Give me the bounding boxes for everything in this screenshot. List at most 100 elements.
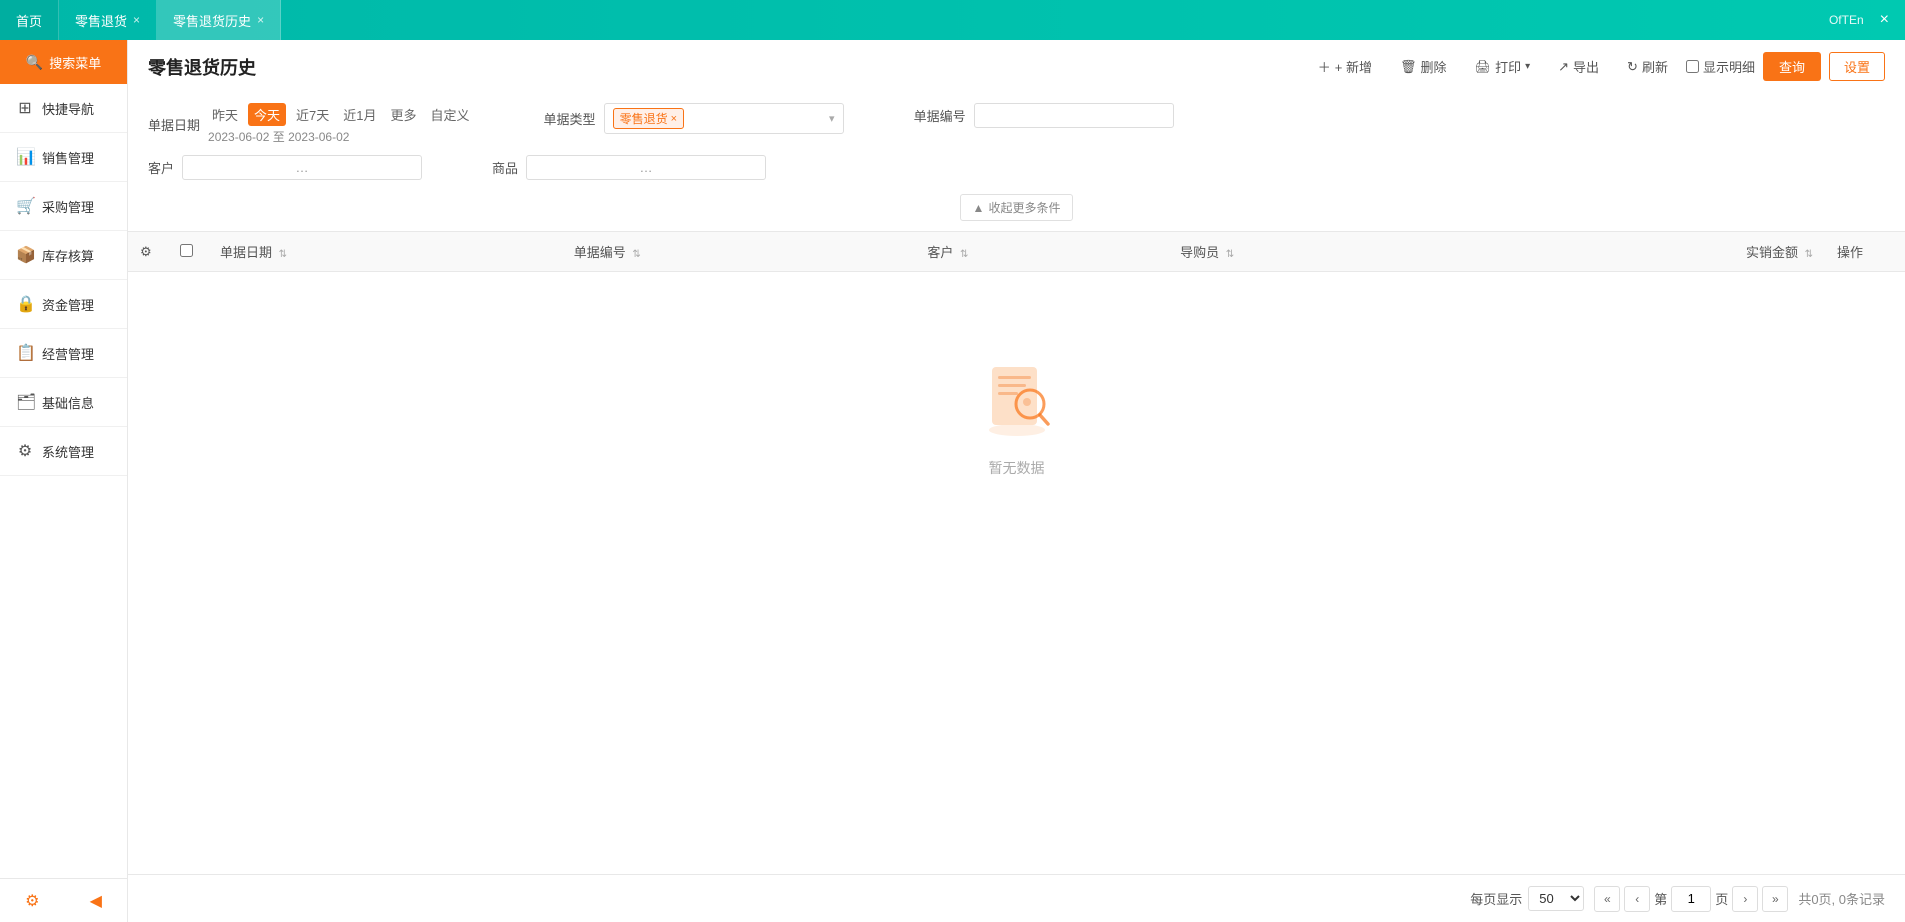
page-number-input[interactable] xyxy=(1671,886,1711,912)
sidebar: 🔍 搜索菜单 ⊞ 快捷导航 📊 销售管理 🛒 采购管理 📦 库存核算 🔒 xyxy=(0,40,128,922)
collapse-sidebar-icon[interactable]: ◀ xyxy=(90,891,102,911)
select-all-checkbox[interactable] xyxy=(180,244,193,257)
export-icon: ↗ xyxy=(1558,59,1569,75)
sidebar-item-sys-mgmt[interactable]: ⚙ 系统管理 xyxy=(0,427,127,476)
new-button[interactable]: ＋ + 新增 xyxy=(1308,52,1382,81)
page-header: 零售退货历史 ＋ + 新增 🗑 删除 🖨 打印 ▾ xyxy=(128,40,1905,232)
sidebar-item-inventory[interactable]: 📦 库存核算 xyxy=(0,231,127,280)
sidebar-search[interactable]: 🔍 搜索菜单 xyxy=(0,40,127,84)
refresh-icon: ↻ xyxy=(1627,59,1638,75)
tab-list: 首页 零售退货 × 零售退货历史 × xyxy=(0,0,1829,40)
th-amount-sort-icon: ⇅ xyxy=(1805,249,1813,260)
sales-mgmt-icon: 📊 xyxy=(16,147,34,167)
page-total: 共0页, 0条记录 xyxy=(1798,889,1885,908)
table-body: 暂无数据 xyxy=(128,272,1905,559)
th-settings[interactable]: ⚙ xyxy=(128,232,168,272)
query-button[interactable]: 查询 xyxy=(1763,52,1821,81)
content-area: 零售退货历史 ＋ + 新增 🗑 删除 🖨 打印 ▾ xyxy=(128,40,1905,922)
export-button[interactable]: ↗ 导出 xyxy=(1548,52,1609,81)
tab-home[interactable]: 首页 xyxy=(0,0,59,40)
date-custom[interactable]: 自定义 xyxy=(427,103,474,126)
print-button[interactable]: 🖨 打印 ▾ xyxy=(1465,52,1541,81)
voucher-no-input[interactable] xyxy=(974,103,1174,128)
print-icon: 🖨 xyxy=(1475,59,1492,75)
main-layout: 🔍 搜索菜单 ⊞ 快捷导航 📊 销售管理 🛒 采购管理 📦 库存核算 🔒 xyxy=(0,40,1905,922)
setting-button[interactable]: 设置 xyxy=(1829,52,1885,81)
filter-row-2: 客户 … 商品 … xyxy=(148,155,1885,180)
settings-bottom-icon[interactable]: ⚙ xyxy=(25,891,39,911)
th-date[interactable]: 单据日期 ⇅ xyxy=(208,232,562,272)
filter-voucher-no-item: 单据编号 xyxy=(914,103,1174,128)
tab-retail-return-history-close[interactable]: × xyxy=(257,13,264,27)
table-settings-icon[interactable]: ⚙ xyxy=(140,244,152,259)
th-amount[interactable]: 实销金额 ⇅ xyxy=(1471,232,1825,272)
sidebar-item-basic-info[interactable]: 🗂 基础信息 xyxy=(0,378,127,427)
purchase-mgmt-icon: 🛒 xyxy=(16,196,34,216)
sidebar-item-finance-label: 资金管理 xyxy=(42,295,94,314)
customer-input[interactable]: … xyxy=(182,155,422,180)
filter-voucher-type-item: 单据类型 零售退货 × ▾ xyxy=(544,103,844,134)
per-page-select[interactable]: 10 20 50 100 xyxy=(1528,886,1584,911)
filter-goods-item: 商品 … xyxy=(492,155,766,180)
data-table: ⚙ 单据日期 ⇅ 单据编号 ⇅ xyxy=(128,232,1905,558)
sidebar-item-finance[interactable]: 🔒 资金管理 xyxy=(0,280,127,329)
goods-placeholder: … xyxy=(640,160,653,175)
th-date-sort-icon: ⇅ xyxy=(279,249,287,260)
print-chevron-icon: ▾ xyxy=(1525,61,1530,72)
first-page-button[interactable]: « xyxy=(1594,886,1620,912)
refresh-label: 刷新 xyxy=(1642,57,1668,76)
sidebar-item-basic-info-label: 基础信息 xyxy=(42,393,94,412)
date-today[interactable]: 今天 xyxy=(248,103,286,126)
voucher-type-select[interactable]: 零售退货 × ▾ xyxy=(604,103,844,134)
prev-page-button[interactable]: ‹ xyxy=(1624,886,1650,912)
th-guide-label: 导购员 xyxy=(1180,245,1219,260)
date-yesterday[interactable]: 昨天 xyxy=(208,103,242,126)
delete-button[interactable]: 🗑 删除 xyxy=(1390,52,1457,81)
table-head: ⚙ 单据日期 ⇅ 单据编号 ⇅ xyxy=(128,232,1905,272)
sidebar-item-quick-nav[interactable]: ⊞ 快捷导航 xyxy=(0,84,127,133)
delete-icon: 🗑 xyxy=(1400,59,1417,75)
tab-retail-return-label: 零售退货 xyxy=(75,11,127,30)
th-customer[interactable]: 客户 ⇅ xyxy=(915,232,1168,272)
th-voucher-no[interactable]: 单据编号 ⇅ xyxy=(562,232,916,272)
sidebar-item-sales-mgmt[interactable]: 📊 销售管理 xyxy=(0,133,127,182)
th-date-label: 单据日期 xyxy=(220,245,272,260)
goods-input[interactable]: … xyxy=(526,155,766,180)
tab-retail-return-close[interactable]: × xyxy=(133,13,140,27)
next-page-button[interactable]: › xyxy=(1732,886,1758,912)
last-page-button[interactable]: » xyxy=(1762,886,1788,912)
sidebar-item-sys-mgmt-label: 系统管理 xyxy=(42,442,94,461)
page-title-row: 零售退货历史 ＋ + 新增 🗑 删除 🖨 打印 ▾ xyxy=(148,52,1885,81)
date-range-display: 2023-06-02 至 2023-06-02 xyxy=(208,128,474,145)
sidebar-item-quick-nav-label: 快捷导航 xyxy=(42,99,94,118)
date-more[interactable]: 更多 xyxy=(387,103,421,126)
display-detail-checkbox[interactable] xyxy=(1686,60,1699,73)
collapse-button[interactable]: ▲ 收起更多条件 xyxy=(960,194,1074,221)
print-label: 打印 xyxy=(1495,57,1521,76)
window-close-button[interactable]: × xyxy=(1880,11,1889,29)
date-options: 昨天 今天 近7天 近1月 更多 自定义 xyxy=(208,103,474,126)
sidebar-item-purchase-mgmt[interactable]: 🛒 采购管理 xyxy=(0,182,127,231)
page-actions: ＋ + 新增 🗑 删除 🖨 打印 ▾ ↗ 导出 xyxy=(1308,52,1885,81)
th-voucher-no-sort-icon: ⇅ xyxy=(632,249,640,260)
tab-retail-return-history[interactable]: 零售退货历史 × xyxy=(157,0,281,40)
empty-state: 暂无数据 xyxy=(128,272,1905,558)
display-detail-label: 显示明细 xyxy=(1703,57,1755,76)
voucher-type-tag-close[interactable]: × xyxy=(671,113,677,125)
sidebar-item-operation-label: 经营管理 xyxy=(42,344,94,363)
collapse-up-icon: ▲ xyxy=(973,201,985,215)
display-detail-checkbox-wrap[interactable]: 显示明细 xyxy=(1686,57,1755,76)
date-1month[interactable]: 近1月 xyxy=(339,103,380,126)
th-checkbox[interactable] xyxy=(168,232,208,272)
sidebar-item-operation[interactable]: 📋 经营管理 xyxy=(0,329,127,378)
per-page-label: 每页显示 xyxy=(1470,889,1522,908)
refresh-button[interactable]: ↻ 刷新 xyxy=(1617,52,1678,81)
tab-retail-return[interactable]: 零售退货 × xyxy=(59,0,157,40)
date-7days[interactable]: 近7天 xyxy=(292,103,333,126)
operation-icon: 📋 xyxy=(16,343,34,363)
page-prefix: 第 xyxy=(1654,889,1667,908)
tab-home-label: 首页 xyxy=(16,11,42,30)
filter-customer-item: 客户 … xyxy=(148,155,422,180)
empty-row: 暂无数据 xyxy=(128,272,1905,559)
th-guide[interactable]: 导购员 ⇅ xyxy=(1168,232,1471,272)
